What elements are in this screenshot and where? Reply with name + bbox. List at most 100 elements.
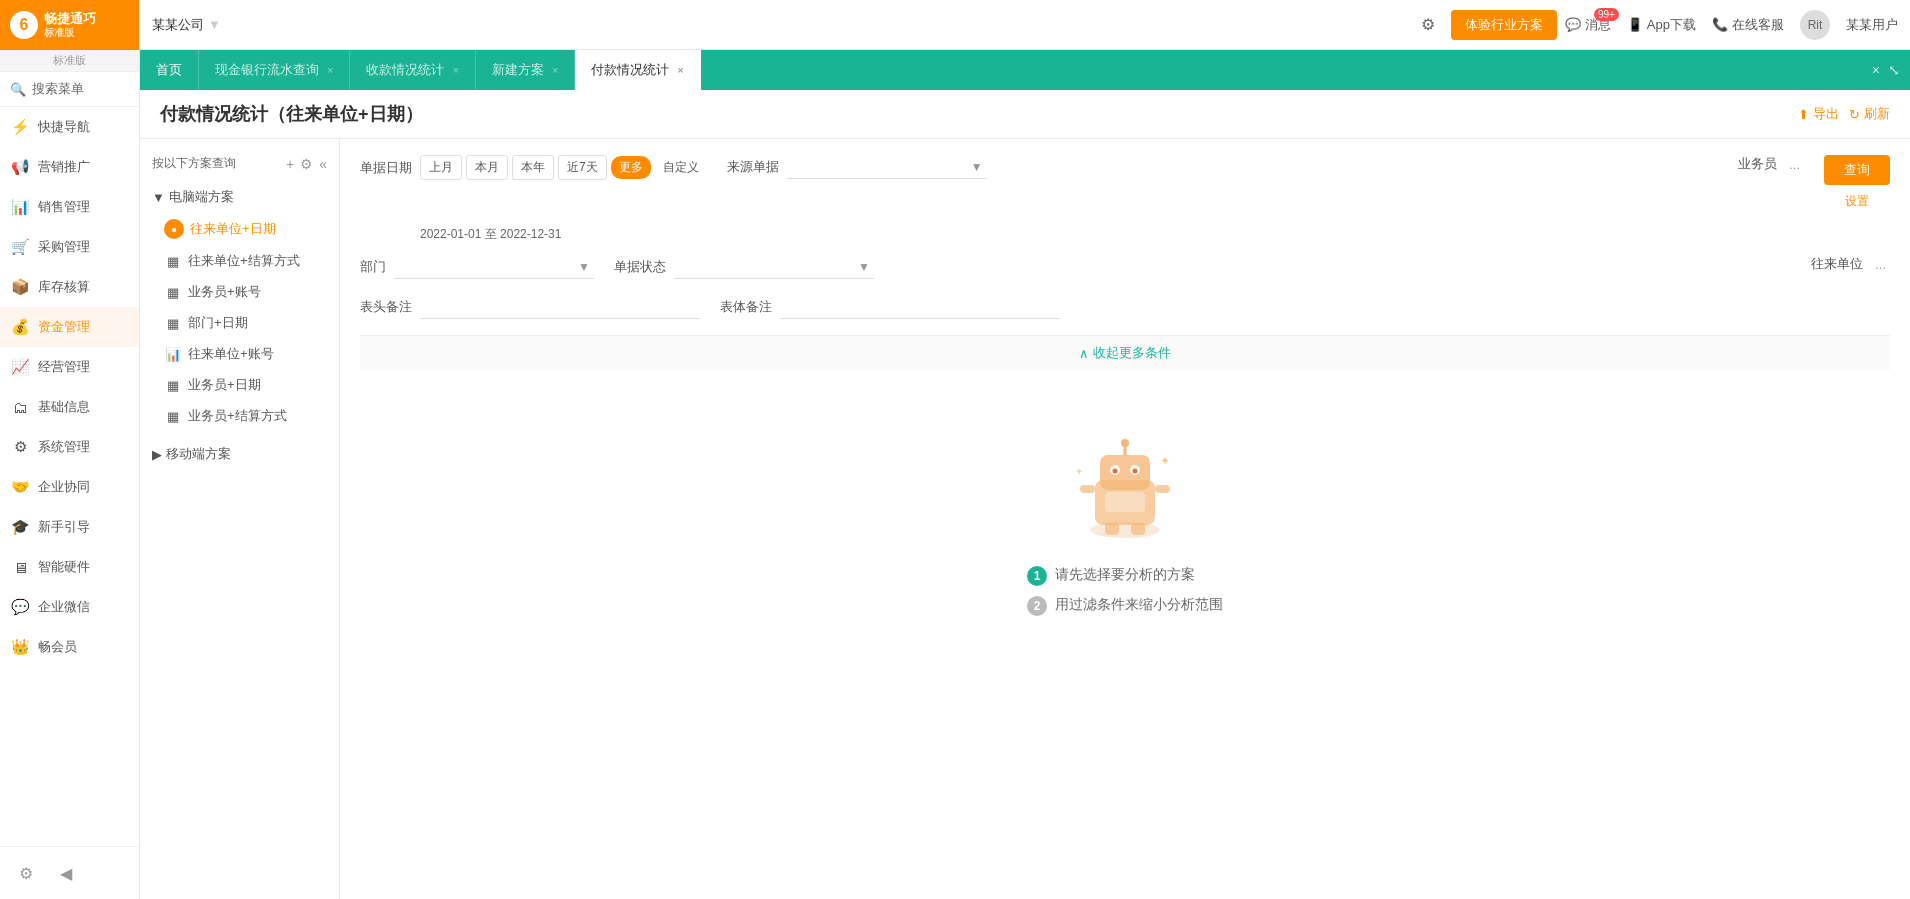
date-custom[interactable]: 自定义 [655, 156, 707, 179]
filter-voucher-status: 单据状态 ▼ [614, 255, 1791, 279]
export-button[interactable]: ⬆ 导出 [1798, 105, 1839, 123]
body-note-input[interactable] [780, 295, 1060, 319]
source-voucher-select[interactable] [787, 155, 987, 179]
tab-new-scheme[interactable]: 新建方案× [476, 50, 575, 90]
scheme-item-dept-date[interactable]: ▦部门+日期 [152, 308, 335, 338]
message-icon: 💬 [1565, 17, 1581, 32]
tab-payment-stat[interactable]: 付款情况统计× [575, 50, 700, 90]
scheme-item-partner-account[interactable]: 📊往来单位+账号 [152, 339, 335, 369]
topbar-right: 💬 消息 99+ 📱 App下载 📞 在线客服 Rit 某某用户 [1565, 10, 1898, 40]
scheme-list-desktop: ●往来单位+日期▦往来单位+结算方式▦业务员+账号▦部门+日期📊往来单位+账号▦… [140, 213, 339, 431]
header-note-input[interactable] [420, 295, 700, 319]
dept-select[interactable] [394, 255, 594, 279]
filter-row-2: 部门 ▼ 单据状态 [360, 255, 1890, 279]
scheme-settings-button[interactable]: ⚙ [300, 156, 313, 172]
sidebar-item-label: 企业微信 [38, 598, 90, 616]
sidebar-item-guide[interactable]: 🎓 新手引导 [0, 507, 139, 547]
tab-income-stat[interactable]: 收款情况统计× [350, 50, 475, 90]
scheme-panel-title: 按以下方案查询 [152, 155, 236, 172]
sidebar-item-quick-nav[interactable]: ⚡ 快捷导航 [0, 107, 139, 147]
scheme-item-staff-account[interactable]: ▦业务员+账号 [152, 277, 335, 307]
online-service-button[interactable]: 📞 在线客服 [1712, 16, 1784, 34]
sidebar-item-system[interactable]: ⚙ 系统管理 [0, 427, 139, 467]
partner-more-button[interactable]: ... [1871, 257, 1890, 272]
scheme-item-partner-settlement[interactable]: ▦往来单位+结算方式 [152, 246, 335, 276]
sidebar-nav: ⚡ 快捷导航📢 营销推广📊 销售管理🛒 采购管理📦 库存核算💰 资金管理📈 经营… [0, 107, 139, 846]
topbar-settings-button[interactable]: ⚙ [1413, 10, 1443, 40]
tab-close-new-scheme[interactable]: × [552, 64, 558, 76]
scheme-item-label: 业务员+结算方式 [188, 407, 287, 425]
svg-text:✦: ✦ [1075, 466, 1083, 477]
scheme-panel-header: 按以下方案查询 + ⚙ « [140, 149, 339, 178]
sidebar-item-label: 畅会员 [38, 638, 77, 656]
enterprise-icon: 🤝 [10, 477, 30, 497]
source-voucher-label: 来源单据 [727, 158, 779, 176]
search-menu[interactable]: 🔍 搜索菜单 [0, 72, 139, 107]
svg-point-6 [1133, 469, 1138, 474]
sidebar-item-label: 经营管理 [38, 358, 90, 376]
refresh-button[interactable]: ↻ 刷新 [1849, 105, 1890, 123]
body-note-label: 表体备注 [720, 298, 772, 316]
tab-bank-flow[interactable]: 现金银行流水查询× [199, 50, 350, 90]
breadcrumb-arrow[interactable]: ▼ [208, 17, 221, 32]
date-last-month[interactable]: 上月 [420, 155, 462, 180]
sidebar-item-marketing[interactable]: 📢 营销推广 [0, 147, 139, 187]
app-icon: 📱 [1627, 17, 1643, 32]
filter-settings-link[interactable]: 设置 [1845, 193, 1869, 210]
add-scheme-button[interactable]: + [286, 156, 294, 172]
scheme-item-staff-settlement[interactable]: ▦业务员+结算方式 [152, 401, 335, 431]
dept-select-wrap: ▼ [394, 255, 594, 279]
voucher-status-select[interactable] [674, 255, 874, 279]
app-download-button[interactable]: 📱 App下载 [1627, 16, 1696, 34]
user-name[interactable]: 某某用户 [1846, 16, 1898, 34]
staff-more-button[interactable]: ... [1785, 157, 1804, 172]
sidebar-item-member[interactable]: 👑 畅会员 [0, 627, 139, 667]
sidebar-item-purchase[interactable]: 🛒 采购管理 [0, 227, 139, 267]
collapse-conditions-button[interactable]: ∧ 收起更多条件 [360, 335, 1890, 370]
logo-icon: 6 [10, 11, 38, 39]
tab-home[interactable]: 首页 [140, 50, 199, 90]
voucher-status-label: 单据状态 [614, 258, 666, 276]
sidebar-item-hardware[interactable]: 🖥 智能硬件 [0, 547, 139, 587]
scheme-item-partner-date[interactable]: ●往来单位+日期 [152, 213, 335, 245]
sidebar-item-label: 系统管理 [38, 438, 90, 456]
avatar[interactable]: Rit [1800, 10, 1830, 40]
sidebar-item-inventory[interactable]: 📦 库存核算 [0, 267, 139, 307]
page-header: 付款情况统计（往来单位+日期） ⬆ 导出 ↻ 刷新 [140, 90, 1910, 139]
scheme-collapse-button[interactable]: « [319, 156, 327, 172]
tabbar-actions: × ⤡ [1862, 50, 1910, 90]
close-tab-button[interactable]: × [1872, 62, 1880, 78]
sidebar-settings-button[interactable]: ⚙ [10, 857, 42, 889]
tab-close-payment-stat[interactable]: × [677, 64, 683, 76]
query-button[interactable]: 查询 [1824, 155, 1890, 185]
tab-close-income-stat[interactable]: × [452, 64, 458, 76]
sidebar-item-basic[interactable]: 🗂 基础信息 [0, 387, 139, 427]
date-this-month[interactable]: 本月 [466, 155, 508, 180]
sidebar-logo: 6 畅捷通巧 标准版 [0, 0, 139, 50]
empty-hint-1: 1 请先选择要分析的方案 [1027, 566, 1223, 586]
sidebar-item-capital[interactable]: 💰 资金管理 [0, 307, 139, 347]
sidebar-item-sales[interactable]: 📊 销售管理 [0, 187, 139, 227]
trial-button[interactable]: 体验行业方案 [1451, 10, 1557, 40]
voucher-status-select-wrap: ▼ [674, 255, 874, 279]
header-note-label: 表头备注 [360, 298, 412, 316]
tab-close-bank-flow[interactable]: × [327, 64, 333, 76]
sidebar-item-wechat[interactable]: 💬 企业微信 [0, 587, 139, 627]
sidebar-item-enterprise[interactable]: 🤝 企业协同 [0, 467, 139, 507]
maximize-button[interactable]: ⤡ [1888, 62, 1900, 78]
table-icon: ▦ [164, 314, 182, 332]
sidebar-item-operation[interactable]: 📈 经营管理 [0, 347, 139, 387]
messages-button[interactable]: 💬 消息 99+ [1565, 16, 1611, 34]
mobile-category-header[interactable]: ▶ 移动端方案 [140, 439, 339, 469]
date-this-year[interactable]: 本年 [512, 155, 554, 180]
scheme-item-label: 往来单位+账号 [188, 345, 274, 363]
source-voucher-select-wrap: ▼ [787, 155, 987, 179]
topbar: 某某公司 ▼ ⚙ 体验行业方案 💬 消息 99+ 📱 App下载 📞 在线客服 [140, 0, 1910, 50]
scheme-item-staff-date[interactable]: ▦业务员+日期 [152, 370, 335, 400]
date-option-group: 上月 本月 本年 近7天 更多 自定义 [420, 155, 707, 180]
desktop-category: ▼ 电脑端方案 ●往来单位+日期▦往来单位+结算方式▦业务员+账号▦部门+日期📊… [140, 182, 339, 431]
desktop-category-header[interactable]: ▼ 电脑端方案 [140, 182, 339, 212]
sidebar-collapse-button[interactable]: ◀ [50, 857, 82, 889]
date-7days[interactable]: 近7天 [558, 155, 607, 180]
date-more-button[interactable]: 更多 [611, 156, 651, 179]
